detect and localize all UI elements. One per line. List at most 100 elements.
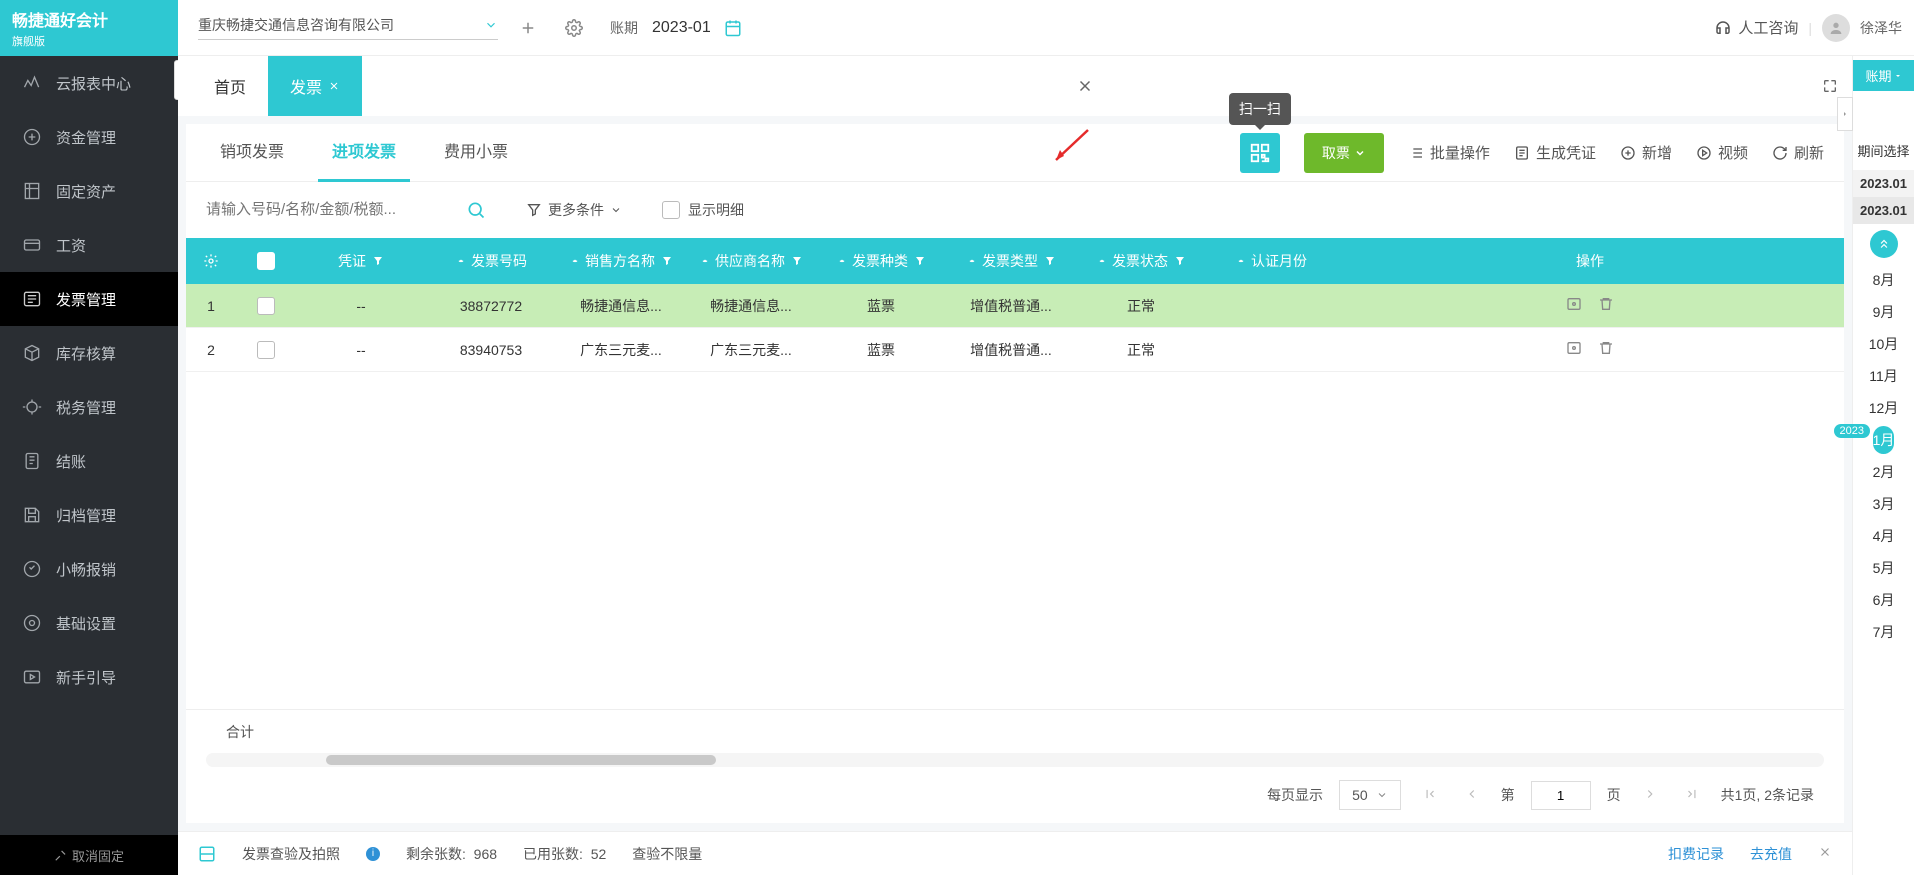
table-row[interactable]: 1 -- 38872772 畅捷通信息... 畅捷通信息... 蓝票 增值税普通…	[186, 284, 1844, 328]
sidebar-item-0[interactable]: 云报表中心	[0, 56, 178, 110]
cell-type: 增值税普通...	[946, 340, 1076, 360]
scroll-up-button[interactable]	[1870, 230, 1898, 258]
sidebar-item-2[interactable]: 固定资产	[0, 164, 178, 218]
sidebar-item-8[interactable]: 归档管理	[0, 488, 178, 542]
period-panel-collapse[interactable]	[1837, 97, 1853, 131]
row-delete-button[interactable]	[1598, 340, 1614, 359]
col-voucher[interactable]: 凭证	[296, 251, 426, 271]
row-checkbox[interactable]	[236, 341, 296, 359]
add-company-button[interactable]	[512, 12, 544, 44]
next-page-button[interactable]	[1637, 787, 1663, 804]
period-calendar-button[interactable]	[717, 12, 749, 44]
sub-tab-0[interactable]: 销项发票	[206, 124, 298, 182]
video-button[interactable]: 视频	[1696, 142, 1748, 163]
sidebar-icon	[22, 73, 42, 93]
table-row[interactable]: 2 -- 83940753 广东三元麦... 广东三元麦... 蓝票 增值税普通…	[186, 328, 1844, 372]
period-month[interactable]: 10月	[1853, 328, 1914, 360]
bottom-close-button[interactable]	[1818, 845, 1832, 862]
period-month[interactable]: 8月	[1853, 264, 1914, 296]
year-badge: 2023	[1834, 424, 1870, 438]
horizontal-scrollbar[interactable]	[206, 753, 1824, 767]
sort-icon	[966, 254, 978, 268]
period-year-a[interactable]: 2023.01	[1853, 170, 1914, 197]
sidebar-item-5[interactable]: 库存核算	[0, 326, 178, 380]
period-month[interactable]: 3月	[1853, 488, 1914, 520]
bottom-title: 发票查验及拍照	[242, 844, 340, 864]
period-month[interactable]: 11月	[1853, 360, 1914, 392]
period-month[interactable]: 7月	[1853, 616, 1914, 648]
sidebar-item-1[interactable]: 资金管理	[0, 110, 178, 164]
col-invoice-no[interactable]: 发票号码	[426, 251, 556, 271]
column-settings-button[interactable]	[186, 253, 236, 269]
per-page-select[interactable]: 50	[1339, 780, 1401, 810]
sidebar-item-6[interactable]: 税务管理	[0, 380, 178, 434]
info-icon[interactable]: i	[366, 847, 380, 861]
company-selector[interactable]: 重庆畅捷交通信息咨询有限公司	[198, 15, 498, 40]
batch-ops-button[interactable]: 批量操作	[1408, 142, 1490, 163]
sidebar-item-11[interactable]: 新手引导	[0, 650, 178, 704]
last-page-button[interactable]	[1679, 787, 1705, 804]
col-kind[interactable]: 发票种类	[816, 251, 946, 271]
sub-tab-2[interactable]: 费用小票	[430, 124, 522, 182]
filter-icon	[661, 255, 673, 267]
add-button[interactable]: 新增	[1620, 142, 1672, 163]
search-input[interactable]	[206, 201, 466, 218]
col-status[interactable]: 发票状态	[1076, 251, 1206, 271]
scan-qr-button[interactable]	[1240, 133, 1280, 173]
period-label: 账期	[610, 18, 638, 38]
recharge-link[interactable]: 去充值	[1750, 844, 1792, 864]
period-month[interactable]: 1月	[1873, 426, 1895, 454]
search-box	[206, 200, 486, 221]
sidebar-label: 新手引导	[56, 667, 116, 688]
search-icon[interactable]	[466, 200, 486, 220]
page-tab-1[interactable]: 发票	[268, 56, 362, 116]
sidebar-item-3[interactable]: 工资	[0, 218, 178, 272]
cell-seller: 广东三元麦...	[556, 340, 686, 360]
page-input[interactable]	[1531, 781, 1591, 810]
sidebar-item-7[interactable]: 结账	[0, 434, 178, 488]
sidebar-item-10[interactable]: 基础设置	[0, 596, 178, 650]
period-month[interactable]: 5月	[1853, 552, 1914, 584]
period-choose-label: 期间选择	[1857, 131, 1909, 170]
period-month[interactable]: 6月	[1853, 584, 1914, 616]
period-year-b[interactable]: 2023.01	[1853, 197, 1914, 224]
period-panel-header[interactable]: 账期	[1853, 60, 1914, 91]
period-month[interactable]: 2月	[1853, 456, 1914, 488]
sidebar-icon	[22, 289, 42, 309]
col-type[interactable]: 发票类型	[946, 251, 1076, 271]
sidebar-item-9[interactable]: 小畅报销	[0, 542, 178, 596]
sidebar-unpin-button[interactable]: 取消固定	[0, 835, 178, 875]
fee-log-link[interactable]: 扣费记录	[1668, 844, 1724, 864]
fetch-invoice-button[interactable]: 取票	[1304, 133, 1384, 173]
row-checkbox[interactable]	[236, 297, 296, 315]
close-all-tabs-button[interactable]	[1067, 68, 1103, 104]
show-detail-checkbox[interactable]: 显示明细	[662, 200, 744, 220]
avatar[interactable]	[1822, 14, 1850, 42]
sub-tab-1[interactable]: 进项发票	[318, 124, 410, 182]
row-view-button[interactable]	[1566, 296, 1582, 315]
period-month[interactable]: 9月	[1853, 296, 1914, 328]
prev-page-button[interactable]	[1459, 787, 1485, 804]
col-supplier[interactable]: 供应商名称	[686, 251, 816, 271]
support-button[interactable]: 人工咨询	[1714, 17, 1798, 38]
col-seller[interactable]: 销售方名称	[556, 251, 686, 271]
settings-button[interactable]	[558, 12, 590, 44]
col-cert-month[interactable]: 认证月份	[1206, 251, 1336, 271]
period-month[interactable]: 12月	[1853, 392, 1914, 424]
headset-icon	[1714, 19, 1732, 37]
sort-icon	[1235, 254, 1247, 268]
row-delete-button[interactable]	[1598, 296, 1614, 315]
row-view-button[interactable]	[1566, 340, 1582, 359]
sidebar-icon	[22, 451, 42, 471]
sidebar-item-4[interactable]: 发票管理	[0, 272, 178, 326]
close-icon[interactable]	[328, 80, 340, 92]
select-all-checkbox[interactable]	[236, 252, 296, 270]
more-filters-button[interactable]: 更多条件	[526, 200, 622, 220]
period-month[interactable]: 4月	[1853, 520, 1914, 552]
gen-voucher-button[interactable]: 生成凭证	[1514, 142, 1596, 163]
support-label: 人工咨询	[1738, 17, 1798, 38]
scrollbar-thumb[interactable]	[326, 755, 716, 765]
first-page-button[interactable]	[1417, 787, 1443, 804]
refresh-button[interactable]: 刷新	[1772, 142, 1824, 163]
page-tab-0[interactable]: 首页	[192, 56, 268, 116]
